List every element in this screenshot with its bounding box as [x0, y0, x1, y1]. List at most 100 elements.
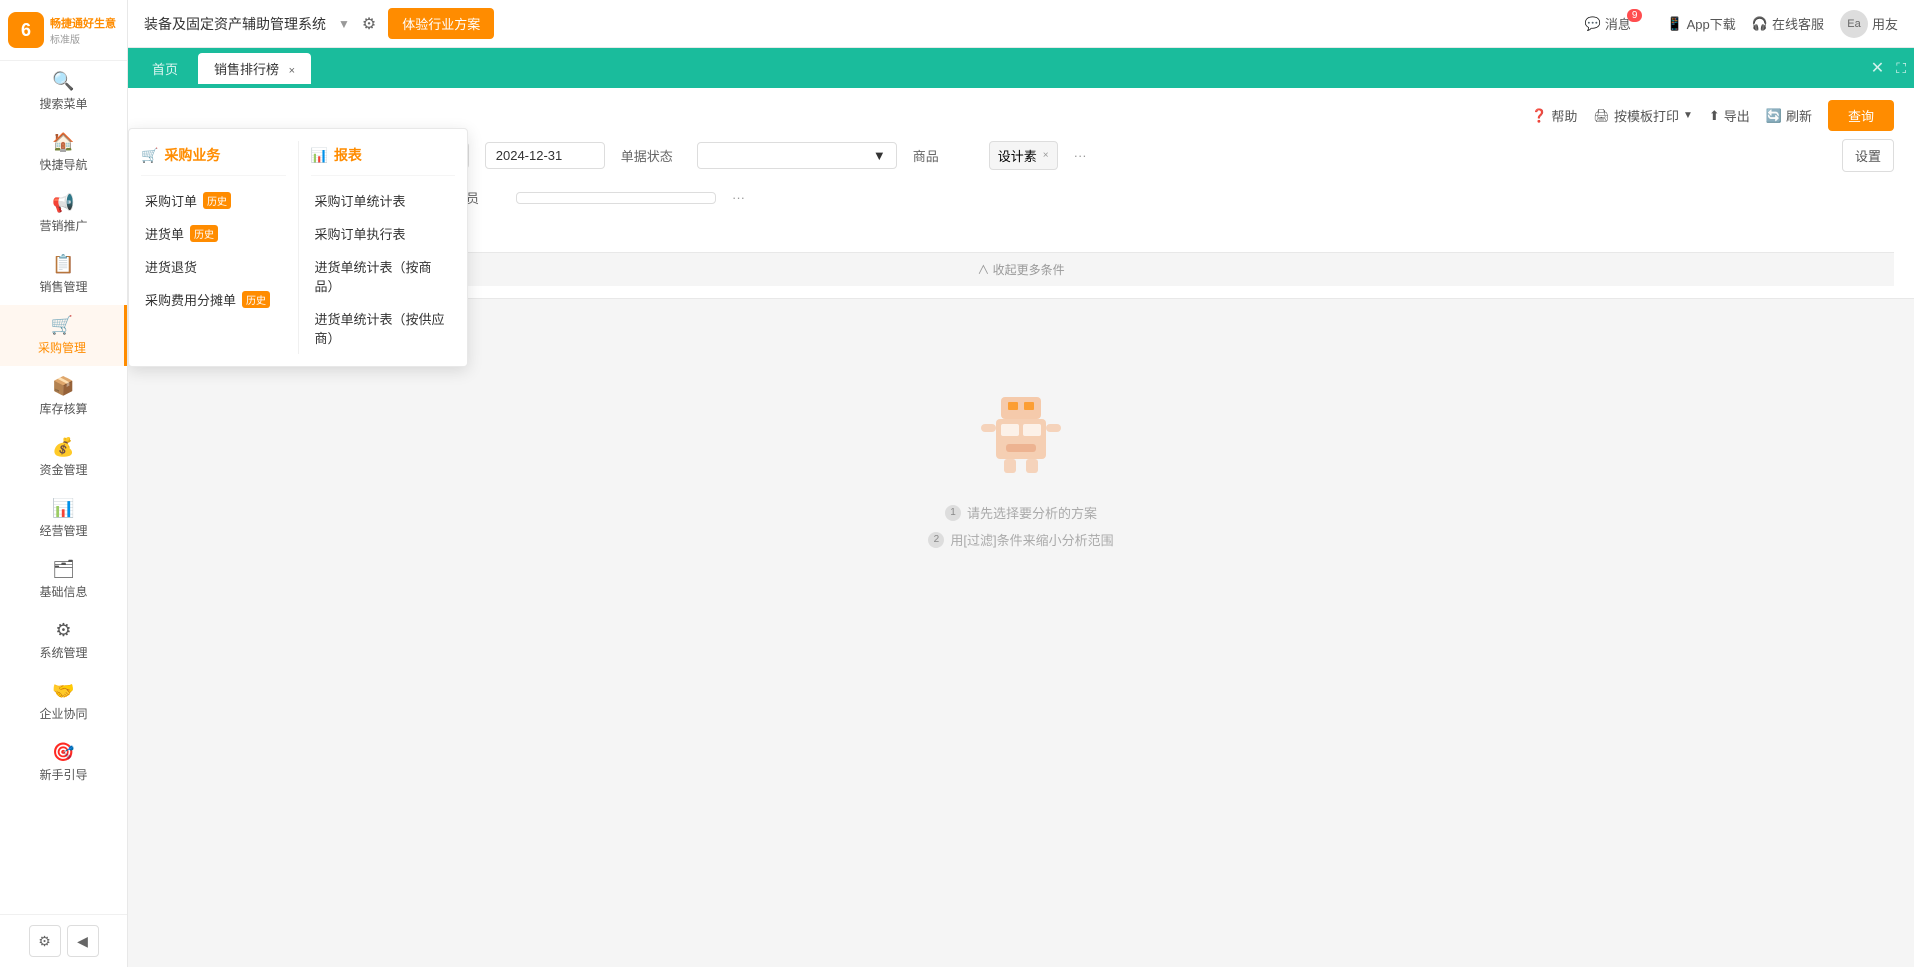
refresh-btn[interactable]: 🔄 刷新 [1766, 106, 1812, 125]
hint-num-2: 2 [928, 532, 944, 548]
stock-in-stats-supplier-item[interactable]: 进货单统计表（按供应商） [311, 302, 456, 354]
collapse-label: 收起更多条件 [993, 263, 1065, 277]
message-icon: 💬 [1585, 16, 1601, 32]
hint-text-2: 用[过滤]条件来缩小分析范围 [950, 530, 1113, 549]
tabbar-expand-icon[interactable]: ⛶ [1896, 60, 1906, 77]
sidebar-item-system[interactable]: ⚙ 系统管理 [0, 610, 127, 671]
tabbar-close-icon[interactable]: ✕ [1871, 58, 1884, 78]
purchase-order-history-badge: 历史 [203, 192, 231, 209]
phone-icon: 📱 [1666, 16, 1682, 32]
sidebar-item-quick-nav[interactable]: 🏠 快捷导航 [0, 122, 127, 183]
user-label: 用友 [1872, 14, 1898, 33]
purchase-order-item[interactable]: 采购订单 历史 [141, 184, 286, 217]
industry-btn[interactable]: 体验行业方案 [388, 8, 494, 39]
settings-button[interactable]: ⚙ [29, 925, 61, 957]
online-service-label: 在线客服 [1772, 14, 1824, 33]
purchase-order-exec-label: 采购订单执行表 [315, 224, 406, 243]
status-input[interactable]: ▼ [697, 142, 897, 169]
sidebar-item-label: 库存核算 [39, 400, 87, 417]
sidebar-item-marketing[interactable]: 📢 营销推广 [0, 183, 127, 244]
salesperson-more-dots[interactable]: ··· [732, 190, 745, 205]
message-btn[interactable]: 💬 消息 9 [1585, 14, 1651, 33]
sidebar-item-operations[interactable]: 📊 经营管理 [0, 488, 127, 549]
sidebar-item-finance[interactable]: 💰 资金管理 [0, 427, 127, 488]
help-icon: ❓ [1531, 108, 1547, 124]
print-btn[interactable]: 🖨 按模板打印 ▼ [1593, 106, 1692, 125]
sidebar-item-label: 资金管理 [39, 461, 87, 478]
return-item[interactable]: 进货退货 [141, 250, 286, 283]
purchase-reports-col: 📊 报表 采购订单统计表 采购订单执行表 进货单统计表（按商品） 进货单统计表（… [298, 141, 468, 354]
online-service-btn[interactable]: 🎧 在线客服 [1752, 14, 1824, 33]
logo: 6 畅捷通好生意 标准版 [0, 0, 127, 61]
purchase-business-label: 采购业务 [164, 145, 220, 165]
headset-icon: 🎧 [1752, 16, 1768, 32]
sidebar-item-basic[interactable]: 🗂 基础信息 [0, 549, 127, 610]
purchase-expense-item[interactable]: 采购费用分摊单 历史 [141, 283, 286, 316]
avatar: Ea [1840, 10, 1868, 38]
help-btn[interactable]: ❓ 帮助 [1531, 106, 1577, 125]
settings-icon[interactable]: ⚙ [362, 14, 376, 34]
return-label: 进货退货 [145, 257, 197, 276]
sidebar-item-label: 采购管理 [38, 339, 86, 356]
app-download-label: App下载 [1687, 14, 1736, 33]
collapse-sidebar-button[interactable]: ◀ [67, 925, 99, 957]
hint-text-1: 请先选择要分析的方案 [967, 503, 1097, 522]
empty-icon [971, 379, 1071, 479]
stock-in-item[interactable]: 进货单 历史 [141, 217, 286, 250]
export-btn[interactable]: ⬆ 导出 [1709, 106, 1750, 125]
empty-hint-1: 1 请先选择要分析的方案 [945, 503, 1097, 522]
user-btn[interactable]: Ea 用友 [1840, 10, 1898, 38]
product-tag-close[interactable]: × [1043, 150, 1049, 161]
purchase-order-stats-label: 采购订单统计表 [315, 191, 406, 210]
salesperson-input[interactable] [516, 192, 716, 204]
basic-icon: 🗂 [52, 559, 75, 580]
content-wrapper: 🛒 采购业务 采购订单 历史 进货单 历史 进货退货 [128, 88, 1914, 967]
sidebar-item-label: 销售管理 [39, 278, 87, 295]
sidebar-item-label: 快捷导航 [39, 156, 87, 173]
topbar: 装备及固定资产辅助管理系统 ▼ ⚙ 体验行业方案 💬 消息 9 📱 App下载 … [128, 0, 1914, 48]
query-button[interactable]: 查询 [1828, 100, 1894, 131]
stock-in-stats-product-item[interactable]: 进货单统计表（按商品） [311, 250, 456, 302]
purchase-order-stats-item[interactable]: 采购订单统计表 [311, 184, 456, 217]
stock-in-history-badge: 历史 [190, 225, 218, 242]
sidebar-item-purchase[interactable]: 🛒 采购管理 [0, 305, 127, 366]
sidebar-item-label: 搜索菜单 [39, 95, 87, 112]
purchase-expense-history-badge: 历史 [242, 291, 270, 308]
export-label: 导出 [1724, 106, 1750, 125]
marketing-icon: 📢 [52, 193, 74, 214]
app-download-btn[interactable]: 📱 App下载 [1666, 14, 1735, 33]
sidebar-item-guide[interactable]: 🎯 新手引导 [0, 732, 127, 793]
print-dropdown-icon: ▼ [1683, 110, 1693, 121]
sidebar-item-label: 系统管理 [39, 644, 87, 661]
sales-icon: 📋 [52, 254, 74, 275]
settings-button[interactable]: 设置 [1842, 139, 1894, 172]
stock-in-stats-supplier-label: 进货单统计表（按供应商） [315, 309, 452, 347]
sidebar-item-sales[interactable]: 📋 销售管理 [0, 244, 127, 305]
main-area: 装备及固定资产辅助管理系统 ▼ ⚙ 体验行业方案 💬 消息 9 📱 App下载 … [128, 0, 1914, 967]
purchase-order-exec-item[interactable]: 采购订单执行表 [311, 217, 456, 250]
tabbar: 首页 销售排行榜 × ✕ ⛶ [128, 48, 1914, 88]
product-label: 商品 [913, 146, 973, 165]
sidebar-item-enterprise[interactable]: 🤝 企业协同 [0, 671, 127, 732]
reports-icon: 📊 [311, 147, 328, 164]
export-icon: ⬆ [1709, 108, 1720, 124]
sidebar-item-label: 新手引导 [39, 766, 87, 783]
dropdown-arrow-icon[interactable]: ▼ [338, 17, 350, 31]
sidebar-item-inventory[interactable]: 📦 库存核算 [0, 366, 127, 427]
product-tag-value: 设计素 [998, 146, 1037, 165]
sidebar-item-search[interactable]: 🔍 搜索菜单 [0, 61, 127, 122]
guide-icon: 🎯 [52, 742, 74, 763]
date-range-input[interactable]: 2024-12-31 [485, 142, 605, 169]
inventory-icon: 📦 [52, 376, 74, 397]
purchase-icon: 🛒 [51, 315, 73, 336]
print-icon: 🖨 [1593, 108, 1610, 124]
tab-home[interactable]: 首页 [136, 53, 194, 84]
refresh-icon: 🔄 [1766, 108, 1782, 124]
tab-sales-rank[interactable]: 销售排行榜 × [198, 53, 311, 84]
date-value: 2024-12-31 [496, 148, 563, 163]
product-more-dots[interactable]: ··· [1074, 148, 1087, 163]
empty-hint-2: 2 用[过滤]条件来缩小分析范围 [928, 530, 1113, 549]
tab-close-icon[interactable]: × [289, 65, 295, 77]
logo-line1: 畅捷通好生意 [50, 15, 116, 31]
purchase-order-label: 采购订单 [145, 191, 197, 210]
